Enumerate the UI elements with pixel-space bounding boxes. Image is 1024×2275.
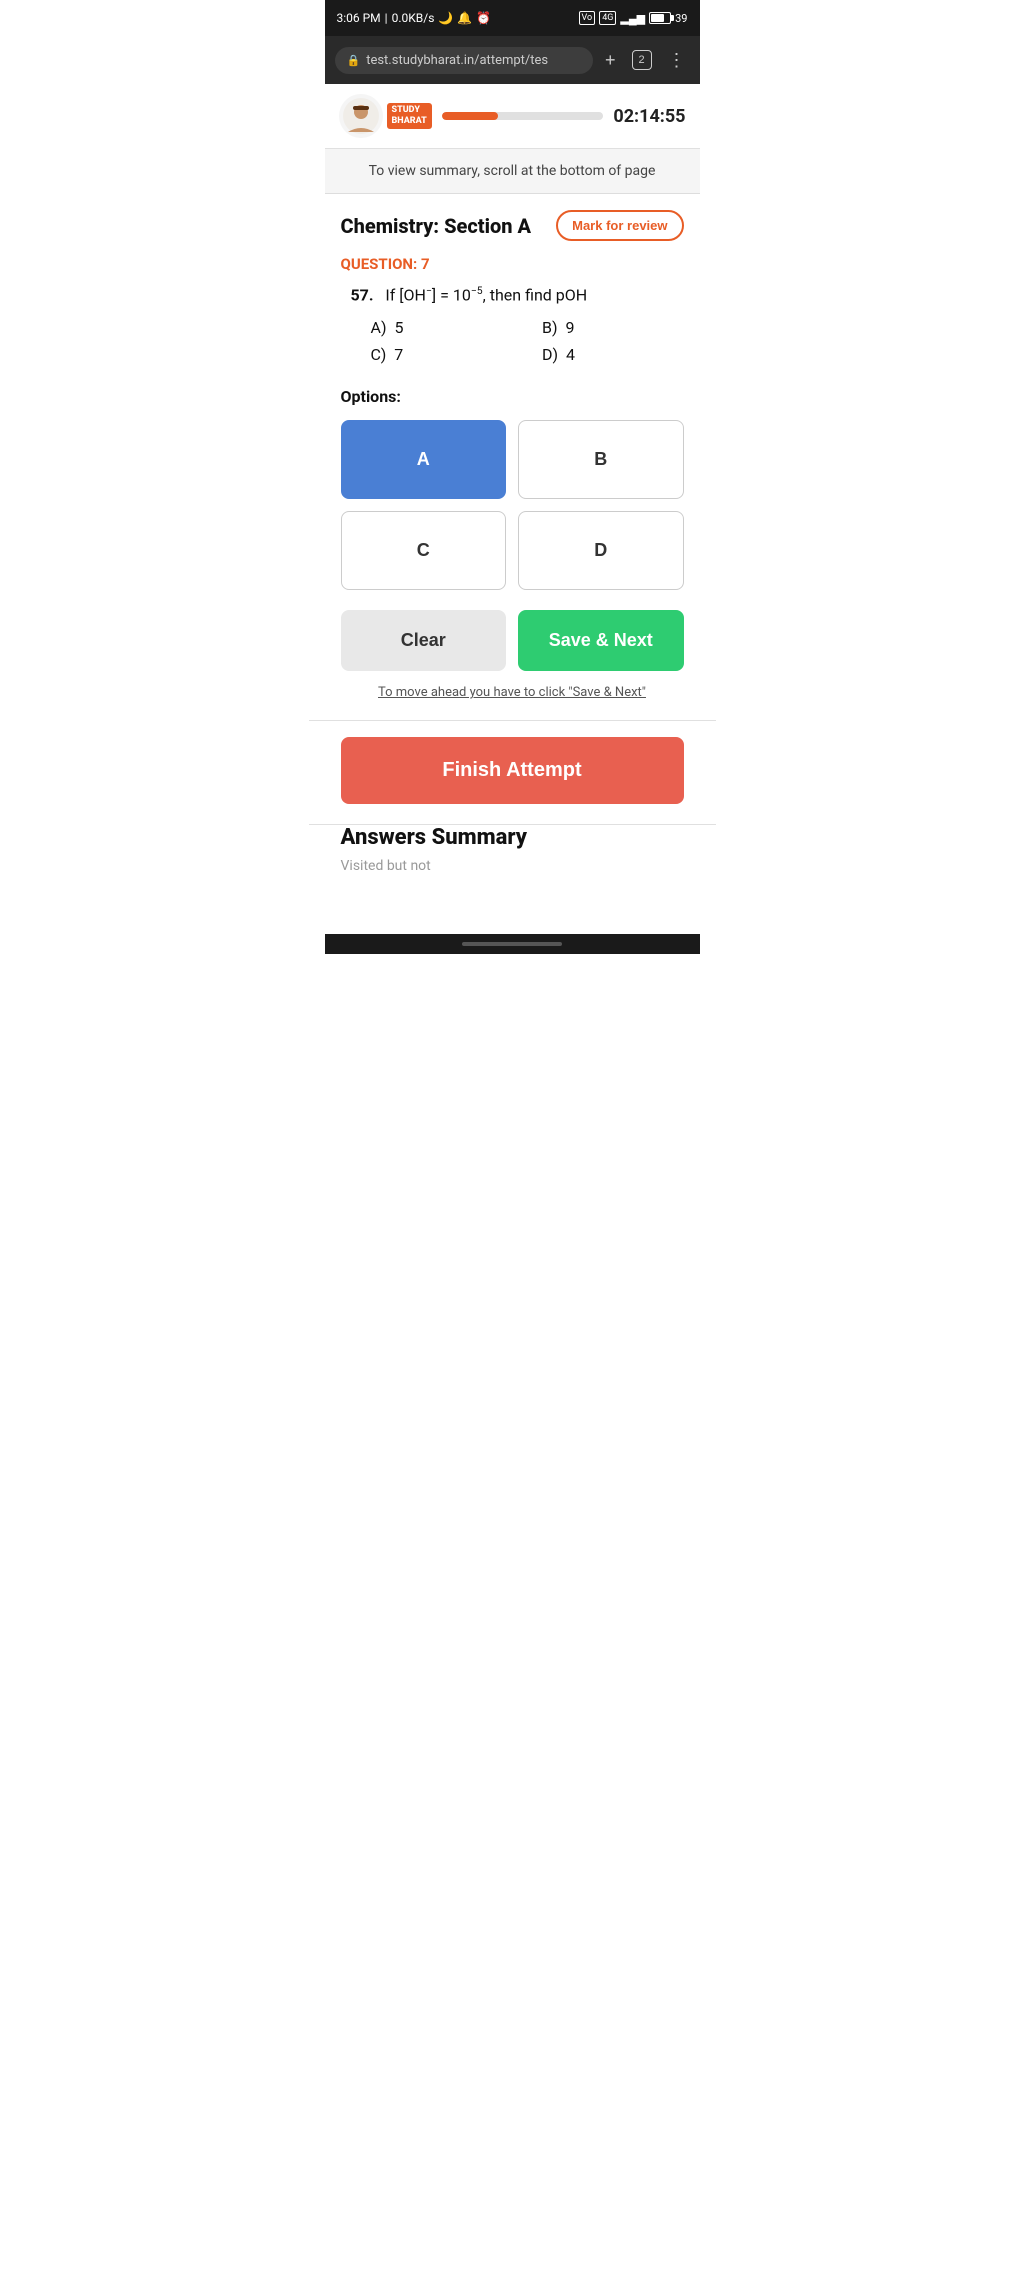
save-next-button[interactable]: Save & Next — [518, 610, 684, 671]
home-bar — [462, 942, 562, 946]
q-option-a: A) 5 — [371, 315, 513, 340]
timer-display: 02:14:55 — [613, 106, 685, 127]
question-content: 57. If [OH−] = 10−5, then find pOH — [351, 283, 684, 307]
new-tab-button[interactable]: + — [601, 46, 620, 75]
progress-bar — [442, 112, 604, 120]
moon-icon: 🌙 — [438, 11, 453, 25]
battery-icon — [649, 12, 671, 24]
tabs-button[interactable]: 2 — [628, 46, 656, 74]
section-header: Chemistry: Section A Mark for review — [341, 210, 684, 241]
answers-summary-title: Answers Summary — [341, 825, 684, 850]
options-label: Options: — [341, 387, 684, 406]
tab-count: 2 — [632, 50, 652, 70]
option-button-c[interactable]: C — [341, 511, 507, 590]
status-bar: 3:06 PM | 0.0KB/s 🌙 🔔 ⏰ Vo 4G ▂▄▆ 39 — [325, 0, 700, 36]
option-button-b[interactable]: B — [518, 420, 684, 499]
q-option-b: B) 9 — [542, 315, 684, 340]
clear-button[interactable]: Clear — [341, 610, 507, 671]
time-display: 3:06 PM — [337, 11, 381, 25]
network-speed: | — [385, 11, 388, 25]
visited-label: Visited but not — [341, 858, 684, 874]
move-ahead-hint: To move ahead you have to click "Save & … — [341, 685, 684, 700]
menu-button[interactable]: ⋮ — [664, 46, 690, 75]
finish-section: Finish Attempt — [325, 721, 700, 824]
logo-avatar — [339, 94, 383, 138]
q-option-c: C) 7 — [371, 342, 513, 367]
signal-icon: ▂▄▆ — [620, 12, 645, 25]
question-label: QUESTION: 7 — [341, 255, 684, 273]
notification-icon: 🔔 — [457, 11, 472, 25]
url-text: test.studybharat.in/attempt/tes — [366, 53, 548, 68]
home-indicator — [325, 934, 700, 954]
logo-face-svg — [343, 98, 379, 134]
app-header: STUDY BHARAT 02:14:55 — [325, 84, 700, 149]
finish-attempt-button[interactable]: Finish Attempt — [341, 737, 684, 804]
mark-review-button[interactable]: Mark for review — [556, 210, 683, 241]
logo-container: STUDY BHARAT — [339, 94, 432, 138]
main-content: Chemistry: Section A Mark for review QUE… — [325, 194, 700, 700]
progress-bar-fill — [442, 112, 499, 120]
answer-options-grid: A B C D — [341, 420, 684, 590]
battery-percent: 39 — [675, 12, 687, 25]
alarm-icon: ⏰ — [476, 11, 491, 25]
status-left: 3:06 PM | 0.0KB/s 🌙 🔔 ⏰ — [337, 11, 492, 25]
network-display: 0.0KB/s — [392, 11, 435, 25]
answers-summary-section: Answers Summary Visited but not — [325, 825, 700, 874]
option-button-d[interactable]: D — [518, 511, 684, 590]
url-bar[interactable]: 🔒 test.studybharat.in/attempt/tes — [335, 47, 593, 74]
question-number: 57. — [351, 285, 374, 304]
4g-icon: 4G — [599, 11, 616, 25]
action-buttons: Clear Save & Next — [341, 610, 684, 671]
q-option-d: D) 4 — [542, 342, 684, 367]
question-options-display: A) 5 B) 9 C) 7 D) 4 — [371, 315, 684, 367]
browser-bar: 🔒 test.studybharat.in/attempt/tes + 2 ⋮ — [325, 36, 700, 84]
status-right: Vo 4G ▂▄▆ 39 — [579, 11, 688, 25]
lte-icon: Vo — [579, 11, 596, 25]
logo-text: STUDY BHARAT — [387, 103, 432, 129]
summary-notice: To view summary, scroll at the bottom of… — [325, 149, 700, 194]
progress-section: 02:14:55 — [442, 106, 686, 127]
lock-icon: 🔒 — [347, 54, 361, 67]
option-button-a[interactable]: A — [341, 420, 507, 499]
section-title: Chemistry: Section A — [341, 214, 532, 238]
